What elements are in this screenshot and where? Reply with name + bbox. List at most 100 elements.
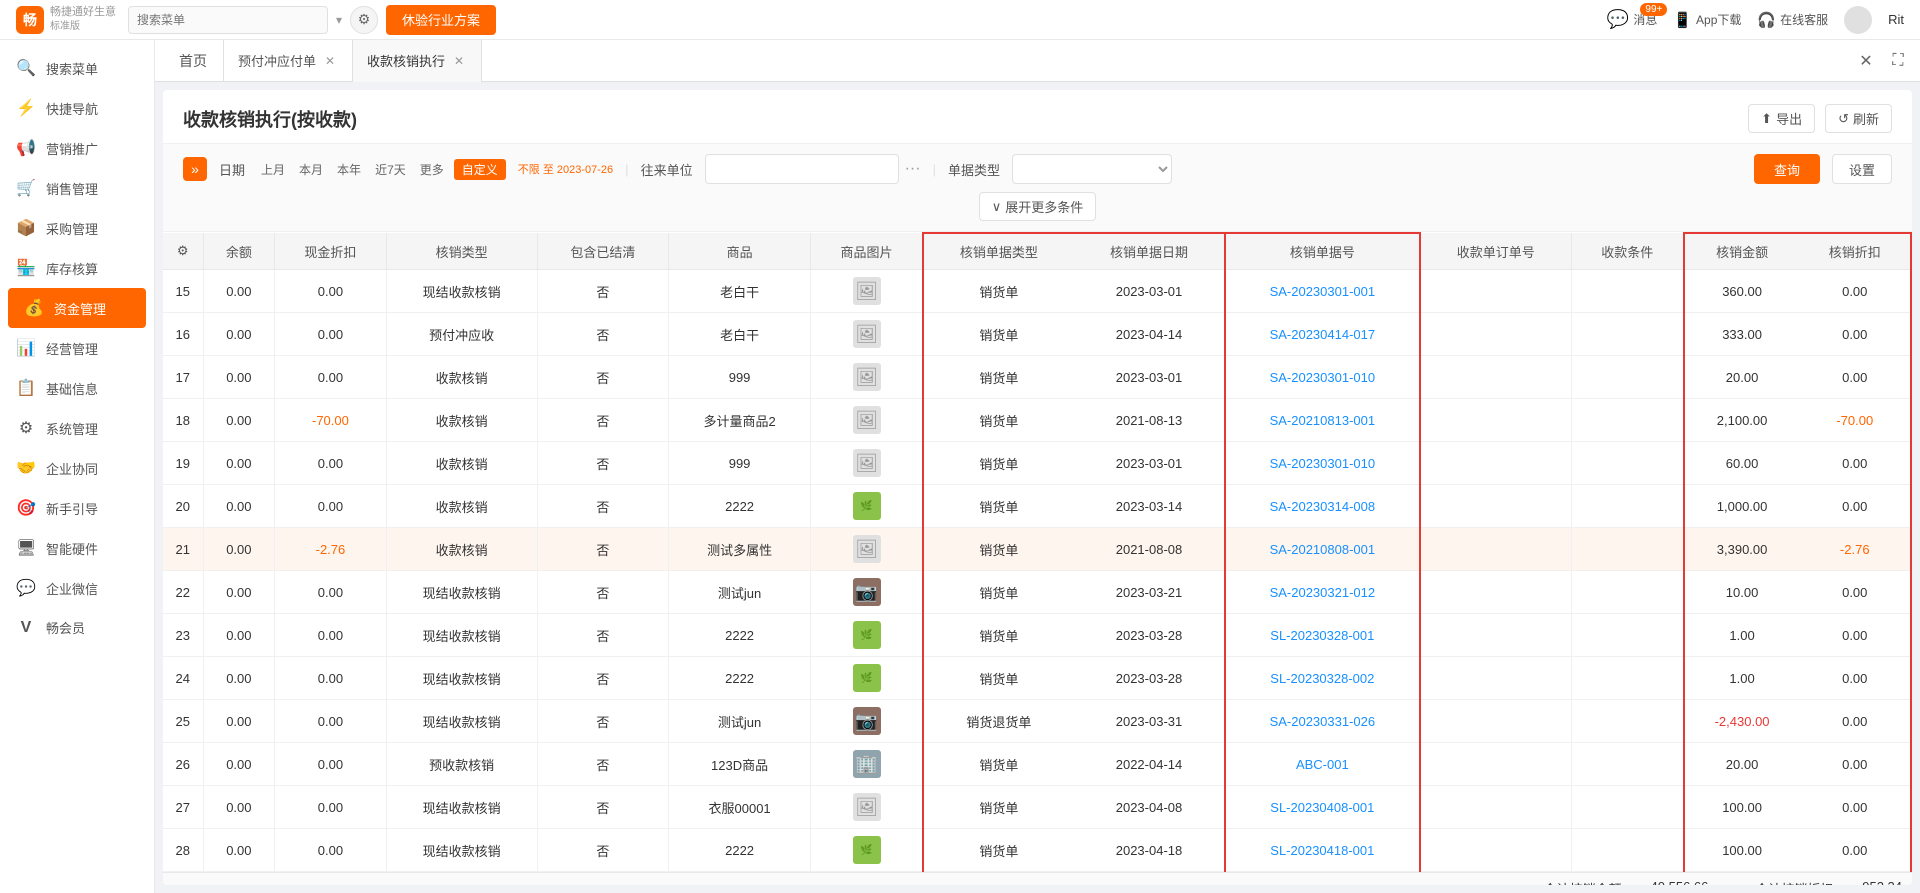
th-verify-discount: 核销折扣	[1800, 233, 1912, 270]
counterpart-ellipsis[interactable]: ···	[905, 160, 921, 178]
tab-close-all-btn[interactable]: ✕	[1852, 47, 1880, 75]
expand-conditions-btn[interactable]: ∨ 展开更多条件	[979, 192, 1097, 221]
filter-row: » 日期 上月 本月 本年 近7天 更多 自定义 不限 至 2023-07-26…	[183, 154, 1892, 184]
counterpart-input[interactable]	[705, 154, 899, 184]
filter-sep2: |	[933, 162, 936, 177]
th-receipt-order-no: 收款单订单号	[1420, 233, 1572, 270]
industry-btn[interactable]: 休验行业方案	[386, 5, 496, 35]
th-verify-bill-no: 核销单据号	[1225, 233, 1420, 270]
quicknav-icon: ⚡	[16, 98, 36, 118]
tab-bar: 首页 预付冲应付单 ✕ 收款核销执行 ✕ ✕ ⛶	[155, 40, 1920, 82]
date-last-month[interactable]: 上月	[257, 159, 289, 180]
avatar[interactable]	[1844, 6, 1872, 34]
tab-maximize-btn[interactable]: ⛶	[1884, 47, 1912, 75]
table-row: 170.000.00收款核销否999🖼销货单2023-03-01SA-20230…	[163, 356, 1911, 399]
filter-setting-btn[interactable]: 设置	[1832, 154, 1892, 184]
chevron-down-icon[interactable]: ▾	[336, 13, 342, 27]
bill-no-link[interactable]: SA-20230321-012	[1270, 585, 1376, 600]
finance-icon: 💰	[24, 298, 44, 318]
table-row: 240.000.00现结收款核销否2222🌿销货单2023-03-28SL-20…	[163, 657, 1911, 700]
member-icon: V	[16, 619, 36, 637]
sidebar-item-guide[interactable]: 🎯 新手引导	[0, 488, 154, 528]
date-this-month[interactable]: 本月	[295, 159, 327, 180]
voucher-type-label: 单据类型	[948, 160, 1000, 179]
date-7days[interactable]: 近7天	[371, 159, 410, 180]
sidebar-item-sysadmin[interactable]: ⚙ 系统管理	[0, 408, 154, 448]
settings-gear-btn[interactable]: ⚙	[350, 6, 378, 34]
tab-verify-close[interactable]: ✕	[451, 53, 467, 69]
export-btn[interactable]: ⬆ 导出	[1748, 104, 1815, 133]
sidebar-item-member[interactable]: V 畅会员	[0, 608, 154, 647]
table-footer: 合计核销金额： 40,556,66... 合计核销折扣： 952.24	[163, 872, 1912, 885]
bill-no-link[interactable]: SA-20230314-008	[1270, 499, 1376, 514]
date-more[interactable]: 更多	[416, 159, 448, 180]
table-row: 210.00-2.76收款核销否测试多属性🖼销货单2021-08-08SA-20…	[163, 528, 1911, 571]
filter-expand-btn[interactable]: »	[183, 157, 207, 181]
sidebar-item-hardware[interactable]: 🖥 智能硬件	[0, 528, 154, 568]
filter-bar: » 日期 上月 本月 本年 近7天 更多 自定义 不限 至 2023-07-26…	[163, 144, 1912, 232]
guide-icon: 🎯	[16, 498, 36, 518]
product-img: 🖼	[853, 535, 881, 563]
sidebar-item-search[interactable]: 🔍 搜索菜单	[0, 48, 154, 88]
date-this-year[interactable]: 本年	[333, 159, 365, 180]
bill-no-link[interactable]: SA-20230301-010	[1270, 456, 1376, 471]
query-btn[interactable]: 查询	[1754, 154, 1820, 184]
th-verify-amount: 核销金额	[1684, 233, 1800, 270]
bill-no-link[interactable]: ABC-001	[1296, 757, 1349, 772]
sidebar-item-purchase[interactable]: 📦 采购管理	[0, 208, 154, 248]
sidebar-item-collab[interactable]: 🤝 企业协同	[0, 448, 154, 488]
date-quick-links: 上月 本月 本年 近7天 更多 自定义	[257, 159, 506, 180]
product-img: 🏢	[853, 750, 881, 778]
app-download-label: App下载	[1696, 11, 1741, 28]
voucher-type-select[interactable]	[1012, 154, 1172, 184]
sidebar-label: 库存核算	[46, 259, 98, 278]
refresh-btn[interactable]: ↺ 刷新	[1825, 104, 1892, 133]
online-service-btn[interactable]: 🎧 在线客服	[1757, 11, 1828, 29]
bill-no-link[interactable]: SA-20230301-010	[1270, 370, 1376, 385]
table-row: 180.00-70.00收款核销否多计量商品2🖼销货单2021-08-13SA-…	[163, 399, 1911, 442]
bill-no-link[interactable]: SA-20230414-017	[1270, 327, 1376, 342]
search-input[interactable]	[128, 6, 328, 34]
bill-no-link[interactable]: SA-20230301-001	[1270, 284, 1376, 299]
notification-btn[interactable]: 💬 消息 99+	[1607, 9, 1657, 30]
th-verify-bill-type: 核销单据类型	[923, 233, 1074, 270]
app-layout: 🔍 搜索菜单 ⚡ 快捷导航 📢 营销推广 🛒 销售管理 📦 采购管理 🏪 库存核…	[0, 40, 1920, 893]
footer-totals: 合计核销金额： 40,556,66... 合计核销折扣： 952.24	[1544, 879, 1902, 885]
tab-home[interactable]: 首页	[163, 40, 224, 82]
tab-prepay-close[interactable]: ✕	[322, 53, 338, 69]
bill-no-link[interactable]: SL-20230408-001	[1270, 800, 1374, 815]
date-custom-btn[interactable]: 自定义	[454, 159, 506, 180]
sidebar-item-quicknav[interactable]: ⚡ 快捷导航	[0, 88, 154, 128]
sidebar-item-operations[interactable]: 📊 经营管理	[0, 328, 154, 368]
sidebar-item-inventory[interactable]: 🏪 库存核算	[0, 248, 154, 288]
sidebar-item-wechat[interactable]: 💬 企业微信	[0, 568, 154, 608]
inventory-icon: 🏪	[16, 258, 36, 278]
bill-no-link[interactable]: SL-20230418-001	[1270, 843, 1374, 858]
sidebar-item-finance[interactable]: 💰 资金管理	[8, 288, 146, 328]
sidebar-item-sales[interactable]: 🛒 销售管理	[0, 168, 154, 208]
table-row: 260.000.00预收款核销否123D商品🏢销货单2022-04-14ABC-…	[163, 743, 1911, 786]
tab-verify[interactable]: 收款核销执行 ✕	[353, 40, 482, 82]
sidebar-label: 企业协同	[46, 459, 98, 478]
chevron-down-icon: ∨	[992, 199, 1002, 215]
sidebar-label: 销售管理	[46, 179, 98, 198]
voucher-type-group	[1012, 154, 1172, 184]
baseinfo-icon: 📋	[16, 378, 36, 398]
main-content: 首页 预付冲应付单 ✕ 收款核销执行 ✕ ✕ ⛶ 收款核销执行(按收款) ⬆	[155, 40, 1920, 893]
th-settings[interactable]: ⚙	[163, 233, 203, 270]
th-product-img: 商品图片	[811, 233, 923, 270]
sidebar-item-baseinfo[interactable]: 📋 基础信息	[0, 368, 154, 408]
sidebar-item-marketing[interactable]: 📢 营销推广	[0, 128, 154, 168]
bill-no-link[interactable]: SA-20210813-001	[1270, 413, 1376, 428]
tab-prepay[interactable]: 预付冲应付单 ✕	[224, 40, 353, 82]
collab-icon: 🤝	[16, 458, 36, 478]
bill-no-link[interactable]: SA-20230331-026	[1270, 714, 1376, 729]
bill-no-link[interactable]: SA-20210808-001	[1270, 542, 1376, 557]
bill-no-link[interactable]: SL-20230328-002	[1270, 671, 1374, 686]
bill-no-link[interactable]: SL-20230328-001	[1270, 628, 1374, 643]
notification-badge: 99+	[1640, 3, 1667, 16]
counterpart-label: 往来单位	[641, 160, 693, 179]
table-container: ⚙ 余额 现金折扣 核销类型 包含已结清 商品 商品图片 核销单据类型 核销单据…	[163, 232, 1912, 885]
table-header-row: ⚙ 余额 现金折扣 核销类型 包含已结清 商品 商品图片 核销单据类型 核销单据…	[163, 233, 1911, 270]
app-download-btn[interactable]: 📱 App下载	[1673, 11, 1741, 29]
